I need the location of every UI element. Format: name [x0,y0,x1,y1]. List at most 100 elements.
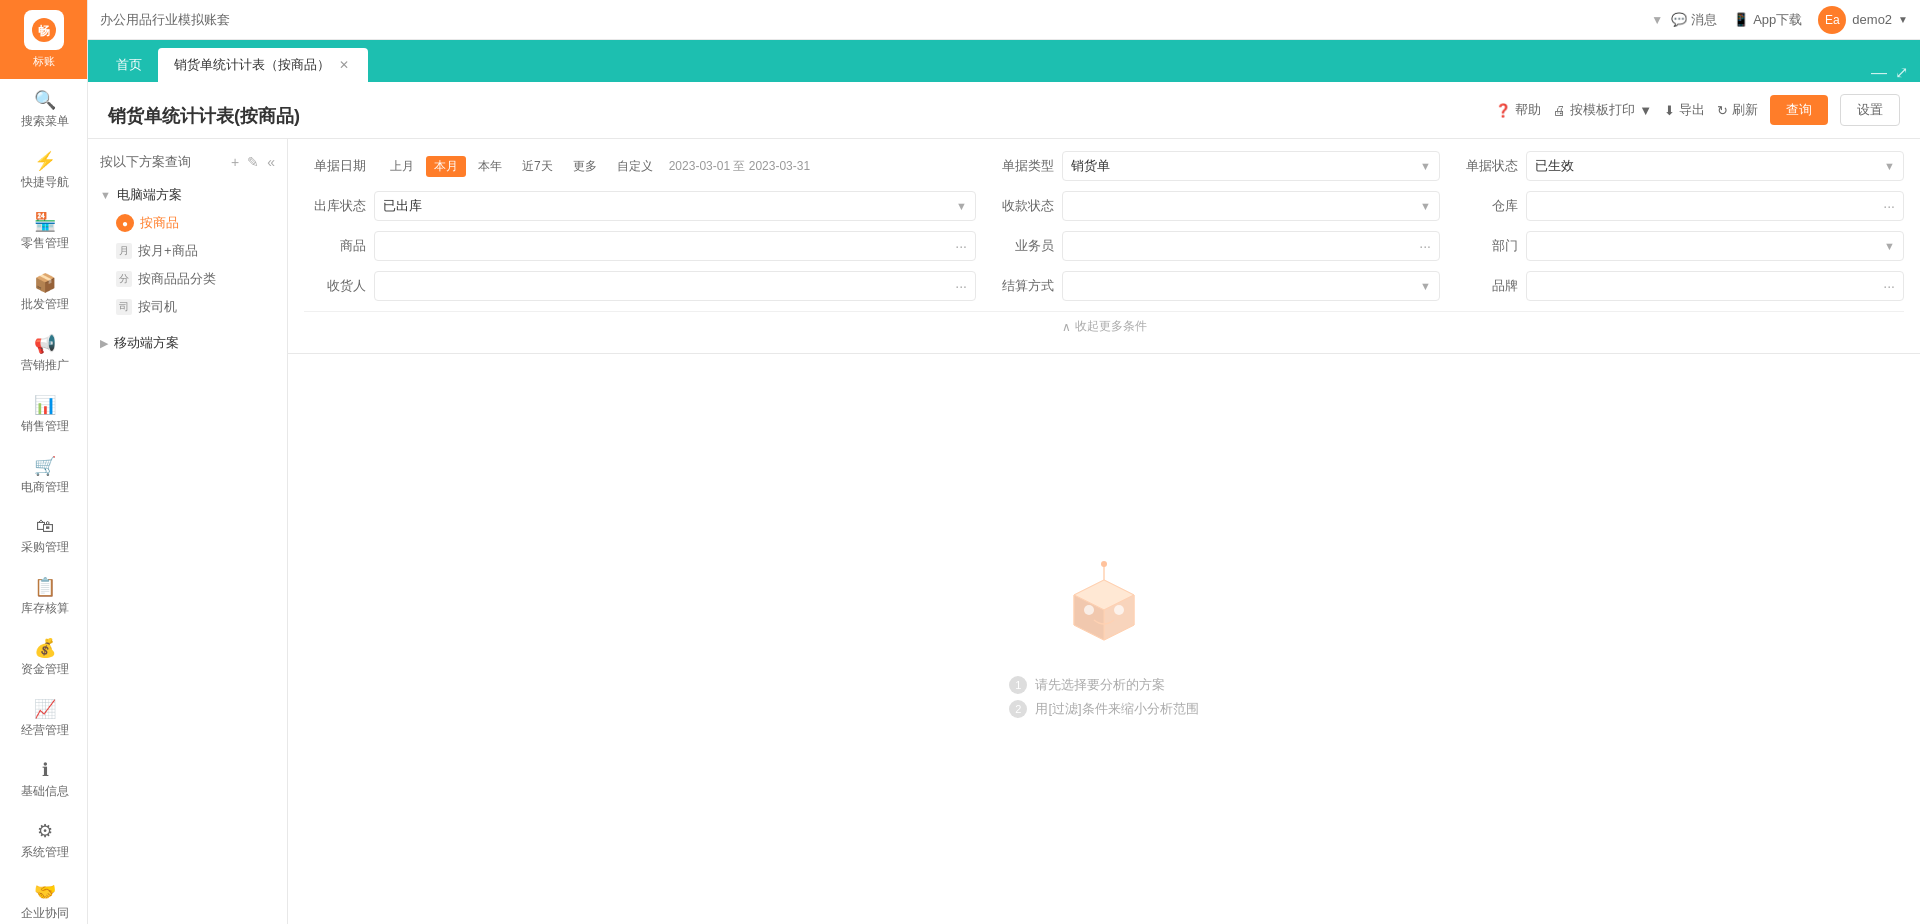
left-panel-icons: + ✎ « [231,154,275,170]
nav-icon-10: 📈 [34,698,56,720]
filter-brand-control[interactable]: ··· [1526,271,1904,301]
filter-doc-type-control[interactable]: 销货单 ▼ [1062,151,1440,181]
right-panel: 单据日期 上月本月本年近7天更多自定义 2023-03-01 至 2023-03… [288,139,1920,924]
sidebar-item-4[interactable]: 📢营销推广 [18,323,69,384]
sidebar-item-11[interactable]: ℹ基础信息 [18,749,69,810]
sidebar-item-1[interactable]: ⚡快捷导航 [18,140,69,201]
filter-payment-status-control[interactable]: ▼ [1062,191,1440,221]
help-label: 帮助 [1515,101,1541,119]
filter-doc-status-arrow: ▼ [1884,160,1895,172]
filter-doc-type-label: 单据类型 [992,157,1062,175]
svg-point-7 [1084,605,1094,615]
print-button[interactable]: 🖨 按模板打印 ▼ [1553,101,1652,119]
filter-warehouse-status-label: 出库状态 [304,197,374,215]
message-action[interactable]: 💬 消息 [1671,11,1717,29]
scheme-item-by-category-label: 按商品品分类 [138,270,216,288]
filter-row-3: 商品 ··· 业务员 ··· [304,231,1904,261]
add-scheme-icon[interactable]: + [231,154,239,170]
sidebar-nav: 🔍搜索菜单⚡快捷导航🏪零售管理📦批发管理📢营销推广📊销售管理🛒电商管理🛍采购管理… [18,79,69,924]
scheme-group-pc: ▼ 电脑端方案 ● 按商品 月 按月+商品 分 按商品品分类 [88,177,287,325]
tab-sales-stat[interactable]: 销货单统计计表（按商品） ✕ [158,48,368,82]
filter-goods-control[interactable]: ··· [374,231,976,261]
scheme-item-by-goods-label: 按商品 [140,214,179,232]
tab-maximize-icon[interactable]: ⤢ [1895,63,1908,82]
filter-item-doc-status: 单据状态 已生效 ▼ [1456,151,1904,181]
filter-warehouse-status-control[interactable]: 已出库 ▼ [374,191,976,221]
filter-brand-dots: ··· [1883,278,1895,294]
sidebar-item-13[interactable]: 🤝企业协同 [18,871,69,924]
sidebar-item-10[interactable]: 📈经营管理 [18,688,69,749]
filter-item-salesperson: 业务员 ··· [992,231,1440,261]
collapse-panel-icon[interactable]: « [267,154,275,170]
settings-button[interactable]: 设置 [1840,94,1900,126]
filter-settlement-control[interactable]: ▼ [1062,271,1440,301]
logo-icon: 畅 [24,10,64,50]
filter-salesperson-label: 业务员 [992,237,1062,255]
filter-warehouse-control[interactable]: ··· [1526,191,1904,221]
scheme-item-by-goods[interactable]: ● 按商品 [88,209,287,237]
filter-doc-status-value: 已生效 [1535,157,1574,175]
refresh-icon: ↻ [1717,103,1728,118]
date-tab-近7天[interactable]: 近7天 [514,156,561,177]
scheme-group-mobile-header[interactable]: ▶ 移动端方案 [88,329,287,357]
nav-icon-7: 🛍 [36,516,54,537]
sidebar-item-8[interactable]: 📋库存核算 [18,566,69,627]
filter-department-control[interactable]: ▼ [1526,231,1904,261]
date-tab-自定义[interactable]: 自定义 [609,156,661,177]
scheme-item-by-driver-label: 按司机 [138,298,177,316]
left-panel: 按以下方案查询 + ✎ « ▼ 电脑端方案 ● 按商品 [88,139,288,924]
sidebar-item-3[interactable]: 📦批发管理 [18,262,69,323]
top-bar: 办公用品行业模拟账套 ▼ 💬 消息 📱 App下载 Ea demo2 ▼ [88,0,1920,40]
print-label: 按模板打印 [1570,101,1635,119]
filter-recipient-label: 收货人 [304,277,374,295]
sidebar-item-5[interactable]: 📊销售管理 [18,384,69,445]
user-action[interactable]: Ea demo2 ▼ [1818,6,1908,34]
scheme-item-by-driver[interactable]: 司 按司机 [88,293,287,321]
sidebar: 畅 标账 🔍搜索菜单⚡快捷导航🏪零售管理📦批发管理📢营销推广📊销售管理🛒电商管理… [0,0,88,924]
scheme-item-by-month-goods[interactable]: 月 按月+商品 [88,237,287,265]
sidebar-item-6[interactable]: 🛒电商管理 [18,445,69,506]
sidebar-item-0[interactable]: 🔍搜索菜单 [18,79,69,140]
date-tabs: 上月本月本年近7天更多自定义 [382,156,661,177]
nav-icon-8: 📋 [34,576,56,598]
scheme-item-by-category[interactable]: 分 按商品品分类 [88,265,287,293]
date-tab-本年[interactable]: 本年 [470,156,510,177]
tab-home[interactable]: 首页 [100,48,158,82]
query-button[interactable]: 查询 [1770,95,1828,125]
edit-scheme-icon[interactable]: ✎ [247,154,259,170]
nav-icon-11: ℹ [42,759,49,781]
avatar: Ea [1818,6,1846,34]
empty-tips: 1 请先选择要分析的方案 2 用[过滤]条件来缩小分析范围 [1009,676,1198,718]
sidebar-item-9[interactable]: 💰资金管理 [18,627,69,688]
filter-payment-status-label: 收款状态 [992,197,1062,215]
filter-item-goods: 商品 ··· [304,231,976,261]
tab-minimize-icon[interactable]: — [1871,64,1887,82]
print-icon: 🖨 [1553,103,1566,118]
date-tab-上月[interactable]: 上月 [382,156,422,177]
collapse-button[interactable]: ∧ 收起更多条件 [1062,318,1147,335]
scheme-group-pc-header[interactable]: ▼ 电脑端方案 [88,181,287,209]
filter-doc-status-label: 单据状态 [1456,157,1526,175]
app-download-action[interactable]: 📱 App下载 [1733,11,1802,29]
sidebar-item-2[interactable]: 🏪零售管理 [18,201,69,262]
date-tab-本月[interactable]: 本月 [426,156,466,177]
filter-doc-status-control[interactable]: 已生效 ▼ [1526,151,1904,181]
nav-label-12: 系统管理 [21,844,69,861]
filter-department-label: 部门 [1456,237,1526,255]
filter-row-1: 单据日期 上月本月本年近7天更多自定义 2023-03-01 至 2023-03… [304,151,1904,181]
tab-close-icon[interactable]: ✕ [336,57,352,73]
date-tab-更多[interactable]: 更多 [565,156,605,177]
export-button[interactable]: ⬇ 导出 [1664,101,1705,119]
help-button[interactable]: ❓ 帮助 [1495,101,1541,119]
empty-illustration [1054,560,1154,660]
app-download-label: App下载 [1753,11,1802,29]
filter-salesperson-control[interactable]: ··· [1062,231,1440,261]
filter-recipient-dots: ··· [955,278,967,294]
filter-warehouse-dots: ··· [1883,198,1895,214]
top-bar-dropdown[interactable]: ▼ [1651,13,1663,27]
refresh-button[interactable]: ↻ 刷新 [1717,101,1758,119]
filter-recipient-control[interactable]: ··· [374,271,976,301]
sidebar-item-12[interactable]: ⚙系统管理 [18,810,69,871]
filter-item-department: 部门 ▼ [1456,231,1904,261]
sidebar-item-7[interactable]: 🛍采购管理 [18,506,69,566]
